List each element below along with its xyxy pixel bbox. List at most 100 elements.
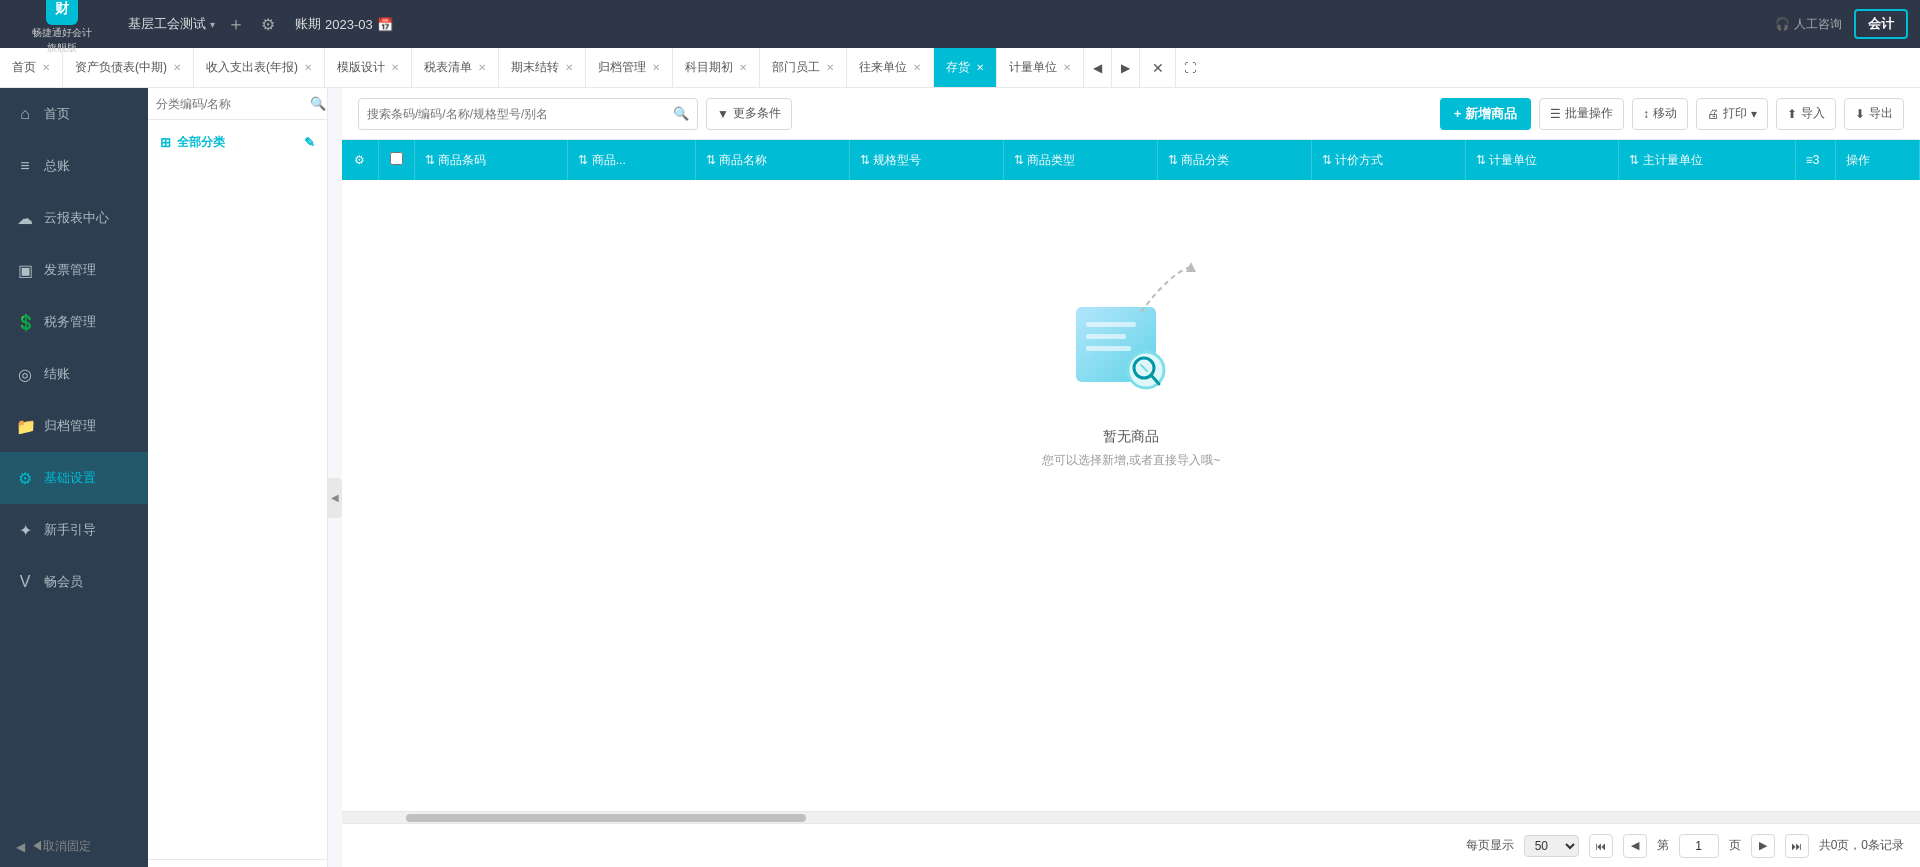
close-icon[interactable]: ✕ xyxy=(565,62,573,73)
tab-balance[interactable]: 资产负债表(中期) ✕ xyxy=(63,48,194,88)
add-tab-button[interactable]: ＋ xyxy=(223,12,249,36)
search-icon[interactable]: 🔍 xyxy=(673,106,689,121)
sidebar: ⌂ 首页 ≡ 总账 ☁ 云报表中心 ▣ 发票管理 💲 税务管理 ◎ 结账 📁 归… xyxy=(0,88,148,867)
tab-income[interactable]: 收入支出表(年报) ✕ xyxy=(194,48,325,88)
product-search-input[interactable] xyxy=(367,107,667,121)
expand-tabs-button[interactable]: ⛶ xyxy=(1176,48,1204,88)
tab-template[interactable]: 模版设计 ✕ xyxy=(325,48,412,88)
tab-unit[interactable]: 计量单位 ✕ xyxy=(997,48,1084,88)
tab-subject[interactable]: 科目期初 ✕ xyxy=(673,48,760,88)
service-button[interactable]: 🎧 人工咨询 xyxy=(1775,16,1842,33)
total-label: 共0页，0条记录 xyxy=(1819,837,1904,854)
tab-taxlist[interactable]: 税表清单 ✕ xyxy=(412,48,499,88)
member-icon: V xyxy=(16,573,34,591)
batch-operation-button[interactable]: ☰ 批量操作 xyxy=(1539,98,1624,130)
col-settings[interactable]: ⚙ xyxy=(342,140,378,180)
per-page-select[interactable]: 50 20 100 xyxy=(1524,835,1579,857)
col-price-method: ⇅ 计价方式 xyxy=(1311,140,1465,180)
export-button[interactable]: ⬇ 导出 xyxy=(1844,98,1904,130)
col-checkbox[interactable] xyxy=(378,140,414,180)
close-icon[interactable]: ✕ xyxy=(913,62,921,73)
tab-prev-button[interactable]: ◀ xyxy=(1084,48,1112,88)
move-button[interactable]: ↕ 移动 xyxy=(1632,98,1688,130)
print-icon: 🖨 xyxy=(1707,107,1719,121)
calendar-icon[interactable]: 📅 xyxy=(377,17,393,32)
close-icon[interactable]: ✕ xyxy=(976,62,984,73)
close-all-tabs-button[interactable]: ✕ xyxy=(1140,48,1176,88)
table-wrapper: ⚙ ⇅ 商品条码 ⇅ 商品... xyxy=(342,140,1920,811)
page-input[interactable] xyxy=(1679,834,1719,858)
period-display: 账期 2023-03 📅 xyxy=(295,15,393,33)
account-button[interactable]: 会计 xyxy=(1854,9,1908,39)
select-all-checkbox[interactable] xyxy=(390,152,403,165)
sidebar-item-guide[interactable]: ✦ 新手引导 xyxy=(0,504,148,556)
horizontal-scrollbar[interactable] xyxy=(342,811,1920,823)
unpin-icon: ◀ xyxy=(16,840,25,854)
close-icon[interactable]: ✕ xyxy=(826,62,834,73)
next-page-button[interactable]: ▶ xyxy=(1751,834,1775,858)
tab-archive-label: 归档管理 xyxy=(598,59,646,76)
col-code: ⇅ 商品... xyxy=(568,140,696,180)
sidebar-item-archive[interactable]: 📁 归档管理 xyxy=(0,400,148,452)
close-icon[interactable]: ✕ xyxy=(391,62,399,73)
col-barcode: ⇅ 商品条码 xyxy=(414,140,568,180)
filter-icon: ▼ xyxy=(717,107,729,121)
sidebar-item-reports[interactable]: ☁ 云报表中心 xyxy=(0,192,148,244)
per-page-label: 每页显示 xyxy=(1466,837,1514,854)
edit-icon[interactable]: ✎ xyxy=(304,135,315,150)
period-value: 2023-03 xyxy=(325,17,373,32)
tab-vendor[interactable]: 往来单位 ✕ xyxy=(847,48,934,88)
sidebar-item-guide-label: 新手引导 xyxy=(44,521,96,539)
prev-page-button[interactable]: ◀ xyxy=(1623,834,1647,858)
close-icon[interactable]: ✕ xyxy=(42,62,50,73)
scrollbar-thumb[interactable] xyxy=(406,814,806,822)
close-icon[interactable]: ✕ xyxy=(173,62,181,73)
sidebar-item-invoice[interactable]: ▣ 发票管理 xyxy=(0,244,148,296)
category-list: ⊞ 全部分类 ✎ xyxy=(148,120,327,859)
sidebar-item-member[interactable]: V 畅会员 xyxy=(0,556,148,608)
close-icon[interactable]: ✕ xyxy=(739,62,747,73)
col-name: ⇅ 商品名称 xyxy=(696,140,850,180)
search-icon[interactable]: 🔍 xyxy=(310,96,326,111)
unpin-sidebar-button[interactable]: ◀ ◀取消固定 xyxy=(0,826,148,867)
tab-dept[interactable]: 部门员工 ✕ xyxy=(760,48,847,88)
import-icon: ⬆ xyxy=(1787,107,1797,121)
settings-icon[interactable]: ⚙ xyxy=(257,15,279,34)
sidebar-item-settings[interactable]: ⚙ 基础设置 xyxy=(0,452,148,504)
last-page-button[interactable]: ⏭ xyxy=(1785,834,1809,858)
sidebar-item-invoice-label: 发票管理 xyxy=(44,261,96,279)
col-spec: ⇅ 规格型号 xyxy=(850,140,1004,180)
tab-archive[interactable]: 归档管理 ✕ xyxy=(586,48,673,88)
add-product-button[interactable]: + 新增商品 xyxy=(1440,98,1531,130)
collapse-panel-button[interactable]: ◀ xyxy=(328,478,342,518)
empty-illustration xyxy=(1071,292,1191,412)
settlement-icon: ◎ xyxy=(16,365,34,384)
company-name: 基层工会测试 xyxy=(128,15,206,33)
category-all[interactable]: ⊞ 全部分类 ✎ xyxy=(148,128,327,157)
svg-rect-4 xyxy=(1086,334,1126,339)
company-selector[interactable]: 基层工会测试 ▾ xyxy=(128,15,215,33)
chevron-down-icon: ▾ xyxy=(210,19,215,30)
close-icon[interactable]: ✕ xyxy=(304,62,312,73)
sidebar-item-home[interactable]: ⌂ 首页 xyxy=(0,88,148,140)
tab-home[interactable]: 首页 ✕ xyxy=(0,48,63,88)
first-page-button[interactable]: ⏮ xyxy=(1589,834,1613,858)
tab-inventory[interactable]: 存货 ✕ xyxy=(934,48,997,88)
home-icon: ⌂ xyxy=(16,105,34,123)
sidebar-item-settlement[interactable]: ◎ 结账 xyxy=(0,348,148,400)
import-button[interactable]: ⬆ 导入 xyxy=(1776,98,1836,130)
tab-period[interactable]: 期末结转 ✕ xyxy=(499,48,586,88)
gear-icon: ⚙ xyxy=(16,469,34,488)
close-icon[interactable]: ✕ xyxy=(652,62,660,73)
print-button[interactable]: 🖨 打印 ▾ xyxy=(1696,98,1768,130)
col-extra[interactable]: ≡3 xyxy=(1795,140,1835,180)
close-icon[interactable]: ✕ xyxy=(1063,62,1071,73)
tab-vendor-label: 往来单位 xyxy=(859,59,907,76)
tab-next-button[interactable]: ▶ xyxy=(1112,48,1140,88)
more-filter-button[interactable]: ▼ 更多条件 xyxy=(706,98,792,130)
sidebar-item-ledger[interactable]: ≡ 总账 xyxy=(0,140,148,192)
sidebar-item-tax[interactable]: 💲 税务管理 xyxy=(0,296,148,348)
period-label: 账期 xyxy=(295,15,321,33)
close-icon[interactable]: ✕ xyxy=(478,62,486,73)
category-search-input[interactable] xyxy=(156,97,306,111)
